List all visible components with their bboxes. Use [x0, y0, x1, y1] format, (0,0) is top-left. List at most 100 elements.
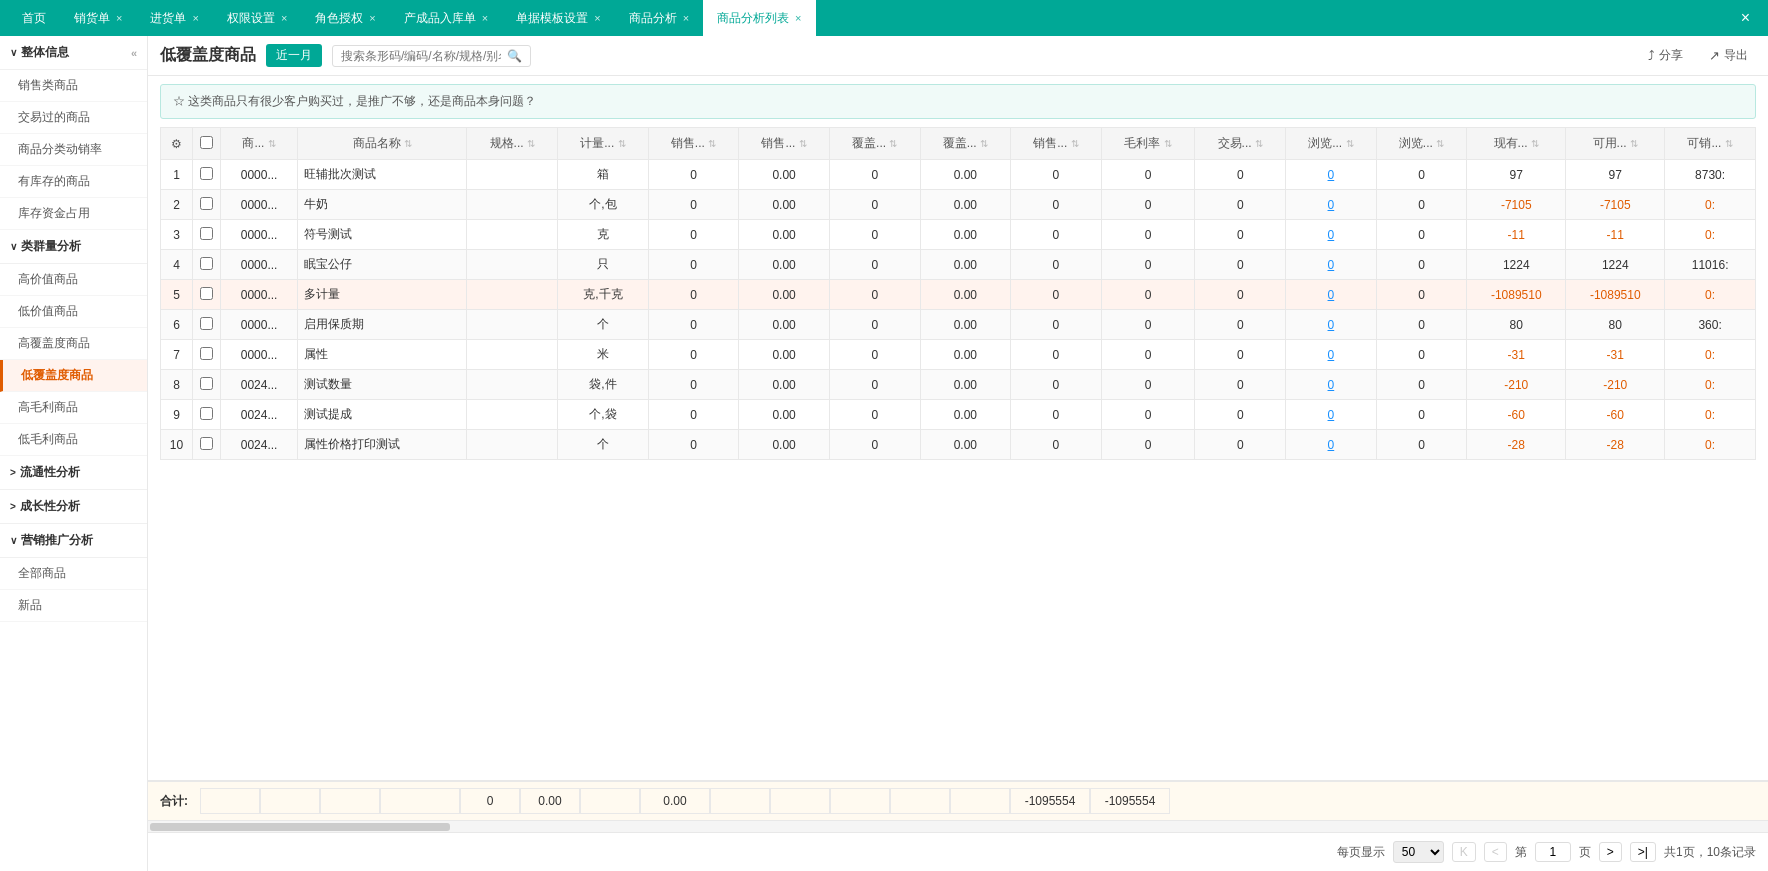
first-page-button[interactable]: K [1452, 842, 1476, 862]
cover-rate-col-header[interactable]: 覆盖... ⇅ [920, 128, 1011, 160]
row-checkbox[interactable] [193, 250, 221, 280]
nav-item-template[interactable]: 单据模板设置 × [502, 0, 614, 36]
nav-item-goods-analysis-list[interactable]: 商品分析列表 × [703, 0, 815, 36]
settings-col-header[interactable]: ⚙ [161, 128, 193, 160]
unit-col-header[interactable]: 计量... ⇅ [558, 128, 649, 160]
sidebar-item-traded-goods[interactable]: 交易过的商品 [0, 102, 147, 134]
search-input[interactable] [341, 49, 501, 63]
nav-item-role-auth[interactable]: 角色授权 × [301, 0, 389, 36]
sidebar-item-sales-goods[interactable]: 销售类商品 [0, 70, 147, 102]
row-browse1[interactable]: 0 [1286, 250, 1377, 280]
select-all-checkbox[interactable] [200, 136, 213, 149]
sidebar-item-stock-goods[interactable]: 有库存的商品 [0, 166, 147, 198]
gross-rate-col-header[interactable]: 毛利率 ⇅ [1101, 128, 1195, 160]
row-trade-cnt: 0 [1195, 250, 1286, 280]
sidebar-item-new-goods[interactable]: 新品 [0, 590, 147, 622]
row-checkbox[interactable] [193, 160, 221, 190]
close-icon[interactable]: × [482, 12, 488, 24]
sidebar-item-low-coverage[interactable]: 低覆盖度商品 [0, 360, 147, 392]
saleable-col-header[interactable]: 可销... ⇅ [1665, 128, 1756, 160]
sidebar-item-low-margin[interactable]: 低毛利商品 [0, 424, 147, 456]
row-gross-rate: 0 [1101, 340, 1195, 370]
page-size-select[interactable]: 50 20 100 [1393, 841, 1444, 863]
date-filter-button[interactable]: 近一月 [266, 44, 322, 67]
row-saleable: 360: [1665, 310, 1756, 340]
row-available: 97 [1566, 160, 1665, 190]
row-code: 0024... [221, 370, 298, 400]
available-col-header[interactable]: 可用... ⇅ [1566, 128, 1665, 160]
row-browse1[interactable]: 0 [1286, 280, 1377, 310]
close-icon[interactable]: × [281, 12, 287, 24]
trade-cnt-col-header[interactable]: 交易... ⇅ [1195, 128, 1286, 160]
nav-item-product-warehouse[interactable]: 产成品入库单 × [390, 0, 502, 36]
browse1-col-header[interactable]: 浏览... ⇅ [1286, 128, 1377, 160]
sidebar-item-high-value[interactable]: 高价值商品 [0, 264, 147, 296]
browse2-col-header[interactable]: 浏览... ⇅ [1376, 128, 1467, 160]
cover-cnt-col-header[interactable]: 覆盖... ⇅ [829, 128, 920, 160]
row-browse1[interactable]: 0 [1286, 160, 1377, 190]
row-browse1[interactable]: 0 [1286, 310, 1377, 340]
sales-qty-col-header[interactable]: 销售... ⇅ [648, 128, 739, 160]
close-all-button[interactable]: × [1731, 9, 1760, 27]
row-sales-qty: 0 [648, 250, 739, 280]
sidebar-section-growth[interactable]: > 成长性分析 [0, 490, 147, 524]
last-page-button[interactable]: >| [1630, 842, 1656, 862]
nav-item-home[interactable]: 首页 [8, 0, 60, 36]
close-icon[interactable]: × [683, 12, 689, 24]
nav-item-sales[interactable]: 销货单 × [60, 0, 136, 36]
row-browse1[interactable]: 0 [1286, 190, 1377, 220]
row-checkbox[interactable] [193, 220, 221, 250]
share-button[interactable]: ⤴ 分享 [1640, 44, 1691, 67]
nav-item-purchase[interactable]: 进货单 × [136, 0, 212, 36]
code-col-header[interactable]: 商... ⇅ [221, 128, 298, 160]
sales-days-col-header[interactable]: 销售... ⇅ [1011, 128, 1102, 160]
horizontal-scrollbar[interactable] [148, 820, 1768, 832]
sidebar-item-low-value[interactable]: 低价值商品 [0, 296, 147, 328]
close-icon[interactable]: × [594, 12, 600, 24]
sidebar-item-category-rate[interactable]: 商品分类动销率 [0, 134, 147, 166]
nav-item-permissions[interactable]: 权限设置 × [213, 0, 301, 36]
sales-amt-col-header[interactable]: 销售... ⇅ [739, 128, 830, 160]
row-checkbox[interactable] [193, 370, 221, 400]
close-icon[interactable]: × [795, 12, 801, 24]
row-checkbox[interactable] [193, 190, 221, 220]
next-page-button[interactable]: > [1599, 842, 1622, 862]
current-col-header[interactable]: 现有... ⇅ [1467, 128, 1566, 160]
sidebar-item-high-margin[interactable]: 高毛利商品 [0, 392, 147, 424]
close-icon[interactable]: × [369, 12, 375, 24]
row-browse1[interactable]: 0 [1286, 340, 1377, 370]
row-browse1[interactable]: 0 [1286, 220, 1377, 250]
row-browse1[interactable]: 0 [1286, 430, 1377, 460]
close-icon[interactable]: × [192, 12, 198, 24]
spec-col-header[interactable]: 规格... ⇅ [467, 128, 558, 160]
sidebar-item-high-coverage[interactable]: 高覆盖度商品 [0, 328, 147, 360]
nav-item-goods-analysis[interactable]: 商品分析 × [615, 0, 703, 36]
sidebar-section-marketing[interactable]: ∨ 营销推广分析 [0, 524, 147, 558]
prev-page-button[interactable]: < [1484, 842, 1507, 862]
sidebar-item-all-goods[interactable]: 全部商品 [0, 558, 147, 590]
sidebar-section-overview[interactable]: ∨ 整体信息 « [0, 36, 147, 70]
row-browse1[interactable]: 0 [1286, 370, 1377, 400]
sidebar-item-stock-fund[interactable]: 库存资金占用 [0, 198, 147, 230]
sidebar-section-circulation[interactable]: > 流通性分析 [0, 456, 147, 490]
name-col-header[interactable]: 商品名称 ⇅ [298, 128, 467, 160]
row-checkbox[interactable] [193, 400, 221, 430]
checkbox-col-header[interactable] [193, 128, 221, 160]
row-browse1[interactable]: 0 [1286, 400, 1377, 430]
close-icon[interactable]: × [116, 12, 122, 24]
row-checkbox[interactable] [193, 430, 221, 460]
row-available: 1224 [1566, 250, 1665, 280]
row-sales-amt: 0.00 [739, 370, 830, 400]
row-checkbox[interactable] [193, 280, 221, 310]
row-spec [467, 250, 558, 280]
sidebar-section-group-analysis[interactable]: ∨ 类群量分析 [0, 230, 147, 264]
current-page-input[interactable] [1535, 842, 1571, 862]
row-checkbox[interactable] [193, 310, 221, 340]
search-icon[interactable]: 🔍 [507, 49, 522, 63]
footer-sales-amt: 0.00 [520, 788, 580, 814]
collapse-sidebar-icon[interactable]: « [131, 47, 137, 59]
row-name: 符号测试 [298, 220, 467, 250]
export-button[interactable]: ↗ 导出 [1701, 44, 1756, 67]
row-saleable: 11016: [1665, 250, 1756, 280]
row-checkbox[interactable] [193, 340, 221, 370]
